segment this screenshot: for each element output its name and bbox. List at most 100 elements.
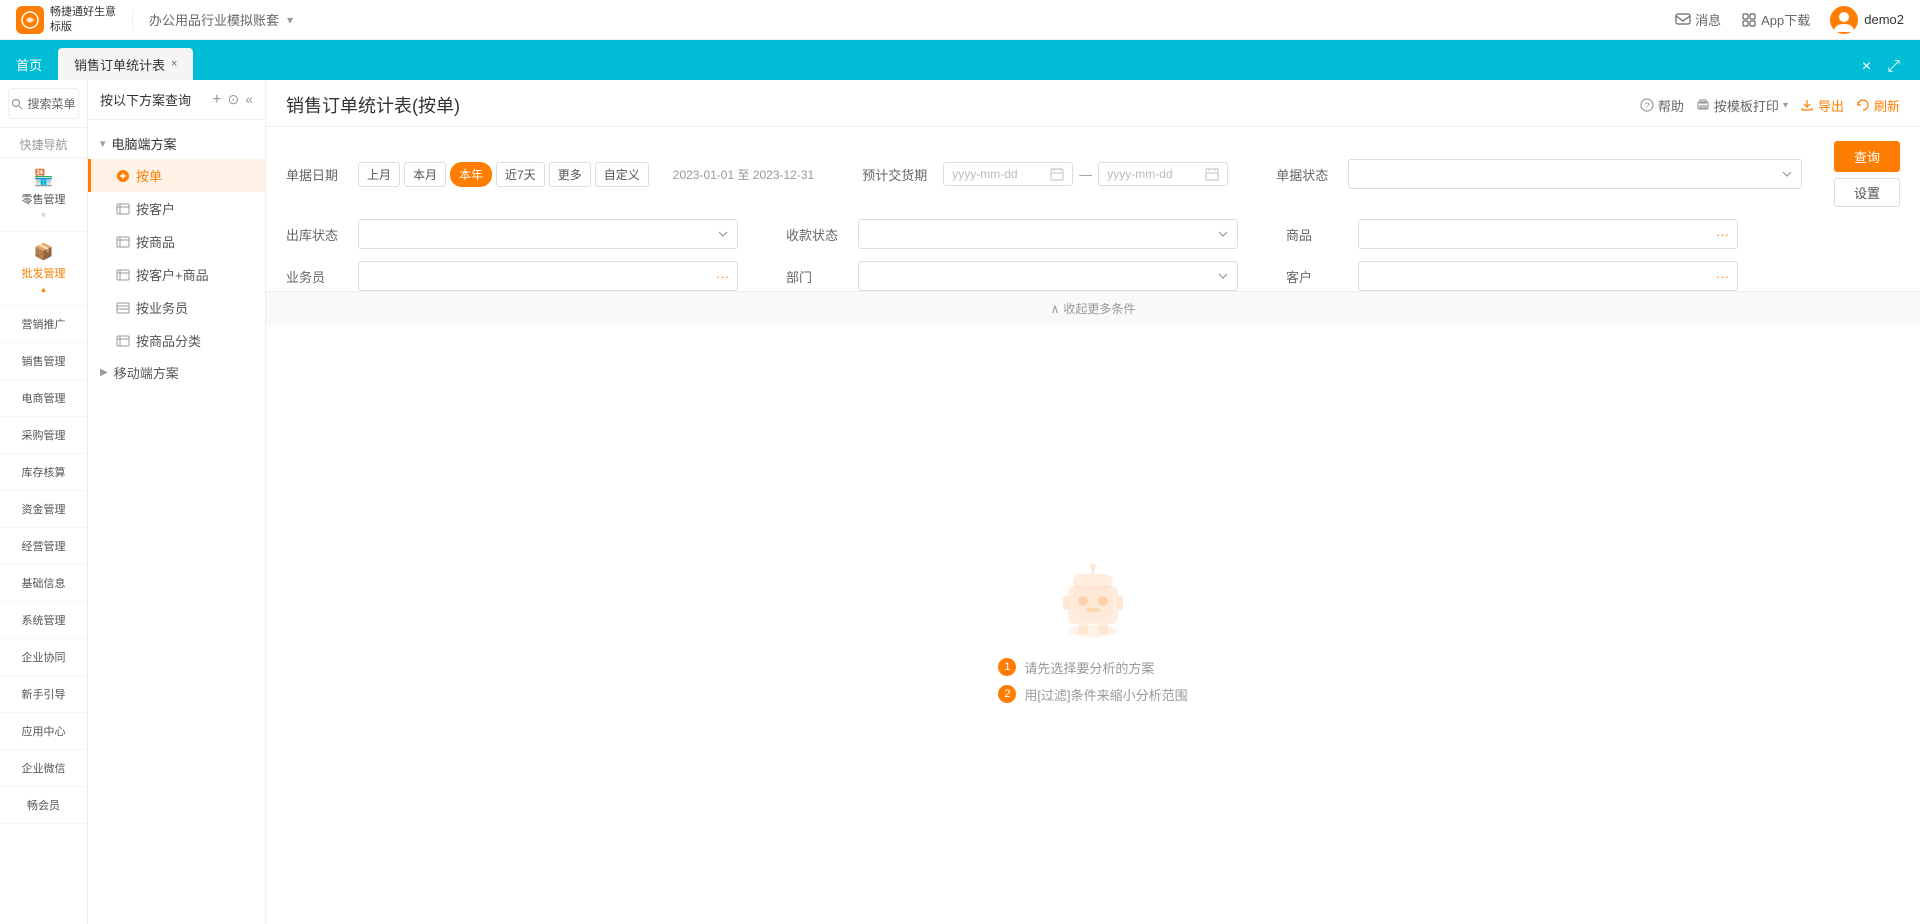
content-area: 1 请先选择要分析的方案 2 用[过滤]条件来缩小分析范围 — [266, 325, 1920, 924]
date-btn-this-year[interactable]: 本年 — [450, 162, 492, 187]
export-action[interactable]: 导出 — [1800, 96, 1844, 115]
payment-status-arrow — [1217, 228, 1229, 240]
department-select[interactable] — [858, 261, 1238, 291]
tab-minimize-btn[interactable]: × — [1858, 54, 1875, 80]
settings-scheme-button[interactable]: ⊙ — [227, 91, 239, 109]
tree-item-by-salesperson[interactable]: 按业务员 — [88, 291, 265, 324]
tree-group-pc-label: 电脑端方案 — [112, 134, 177, 153]
page-title: 销售订单统计表(按单) — [286, 92, 460, 118]
date-btn-last-month[interactable]: 上月 — [358, 162, 400, 187]
search-menu-button[interactable]: 搜索菜单 — [8, 88, 79, 119]
product-input[interactable]: ··· — [1358, 219, 1738, 249]
sidebar-item-system[interactable]: 系统管理 — [0, 602, 87, 639]
customer-label: 客户 — [1286, 267, 1342, 286]
filter-row-1: 单据日期 上月 本月 本年 近7天 更多 自定义 2023-01-01 至 20… — [286, 141, 1900, 207]
date-btn-this-month[interactable]: 本月 — [404, 162, 446, 187]
sidebar-item-inventory[interactable]: 库存核算 — [0, 454, 87, 491]
top-bar-dropdown-arrow[interactable]: ▾ — [287, 13, 293, 27]
sidebar-item-sales[interactable]: 销售管理 — [0, 343, 87, 380]
sidebar-item-basic[interactable]: 基础信息 — [0, 565, 87, 602]
sidebar-item-wechat[interactable]: 企业微信 — [0, 750, 87, 787]
sidebar-item-enterprise[interactable]: 企业协同 — [0, 639, 87, 676]
tree-item-by-salesperson-label: 按业务员 — [136, 298, 188, 317]
app-download-icon — [1741, 12, 1757, 28]
user-profile[interactable]: demo2 — [1830, 6, 1904, 34]
sidebar-item-wholesale[interactable]: 📦 批发管理 ▴ — [0, 232, 87, 306]
tree-item-by-category-icon — [116, 334, 130, 348]
sidebar-item-marketing[interactable]: 营销推广 — [0, 306, 87, 343]
tab-maximize-btn[interactable]: ⤢ — [1883, 54, 1904, 80]
tree-group-pc: ▾ 电脑端方案 按单 按客户 按商品 — [88, 128, 265, 357]
collapse-panel-button[interactable]: « — [245, 91, 253, 109]
left-panel-header: 按以下方案查询 + ⊙ « — [88, 80, 265, 120]
refresh-action[interactable]: 刷新 — [1856, 96, 1900, 115]
sidebar-item-finance[interactable]: 资金管理 — [0, 491, 87, 528]
export-icon — [1800, 98, 1814, 112]
date-btn-more[interactable]: 更多 — [549, 162, 591, 187]
empty-state: 1 请先选择要分析的方案 2 用[过滤]条件来缩小分析范围 — [998, 546, 1187, 704]
date-btn-last-7-days[interactable]: 近7天 — [496, 162, 545, 187]
salesperson-input[interactable]: ··· — [358, 261, 738, 291]
add-scheme-button[interactable]: + — [212, 91, 221, 109]
collapse-bar[interactable]: ∧ 收起更多条件 — [266, 291, 1920, 325]
hint-2-text: 用[过滤]条件来缩小分析范围 — [1024, 685, 1187, 704]
delivery-date-label: 预计交货期 — [862, 165, 927, 184]
sidebar-item-purchase[interactable]: 采购管理 — [0, 417, 87, 454]
department-label: 部门 — [786, 267, 842, 286]
logo-icon — [16, 6, 44, 34]
tree-item-by-order[interactable]: 按单 — [88, 159, 265, 192]
customer-input[interactable]: ··· — [1358, 261, 1738, 291]
tab-bar: 首页 销售订单统计表 × × ⤢ — [0, 40, 1920, 80]
sidebar-item-newbie[interactable]: 新手引导 — [0, 676, 87, 713]
retail-expand-arrow: ▾ — [41, 210, 46, 221]
svg-text:?: ? — [1644, 101, 1649, 111]
empty-hints: 1 请先选择要分析的方案 2 用[过滤]条件来缩小分析范围 — [998, 658, 1187, 704]
tab-bar-right: × ⤢ — [1858, 54, 1920, 80]
tree-item-by-customer-product[interactable]: 按客户+商品 — [88, 258, 265, 291]
query-button[interactable]: 查询 — [1834, 141, 1900, 172]
tree-group-pc-header[interactable]: ▾ 电脑端方案 — [88, 128, 265, 159]
search-icon — [11, 98, 23, 110]
setting-button[interactable]: 设置 — [1834, 178, 1900, 207]
date-separator: — — [1079, 167, 1092, 182]
delivery-date-start-input[interactable]: yyyy-mm-dd — [943, 162, 1073, 186]
status-select[interactable] — [1348, 159, 1802, 189]
filter-inner: 单据日期 上月 本月 本年 近7天 更多 自定义 2023-01-01 至 20… — [266, 127, 1920, 291]
tree-item-by-order-icon — [116, 169, 130, 183]
print-action[interactable]: 按模板打印 ▾ — [1696, 96, 1788, 115]
date-btn-custom[interactable]: 自定义 — [595, 162, 649, 187]
payment-status-select[interactable] — [858, 219, 1238, 249]
tree-item-by-product[interactable]: 按商品 — [88, 225, 265, 258]
help-action[interactable]: ? 帮助 — [1640, 96, 1684, 115]
ship-status-select[interactable] — [358, 219, 738, 249]
sidebar-item-member[interactable]: 畅会员 — [0, 787, 87, 824]
calendar-end-icon — [1205, 167, 1219, 181]
hint-1-num: 1 — [998, 658, 1016, 676]
top-bar-title: 办公用品行业模拟账套 — [149, 10, 279, 29]
quick-nav-label: 快捷导航 — [0, 128, 87, 158]
print-dropdown-arrow[interactable]: ▾ — [1783, 100, 1788, 111]
app-download-action[interactable]: App下载 — [1741, 10, 1810, 29]
tab-close-icon[interactable]: × — [171, 58, 177, 70]
sidebar-item-ecommerce[interactable]: 电商管理 — [0, 380, 87, 417]
empty-state-illustration — [1043, 546, 1143, 646]
tree-section: ▾ 电脑端方案 按单 按客户 按商品 — [88, 120, 265, 396]
left-panel-actions: + ⊙ « — [212, 91, 253, 109]
tab-active[interactable]: 销售订单统计表 × — [58, 48, 193, 80]
tree-item-by-customer-product-icon — [116, 268, 130, 282]
salesperson-label: 业务员 — [286, 267, 342, 286]
sidebar-item-operations[interactable]: 经营管理 — [0, 528, 87, 565]
tree-group-mobile[interactable]: ▶ 移动端方案 — [88, 357, 265, 388]
tree-item-by-customer[interactable]: 按客户 — [88, 192, 265, 225]
sidebar-item-retail[interactable]: 🏪 零售管理 ▾ — [0, 158, 87, 232]
refresh-icon — [1856, 98, 1870, 112]
tree-item-by-category[interactable]: 按商品分类 — [88, 324, 265, 357]
delivery-date-end-input[interactable]: yyyy-mm-dd — [1098, 162, 1228, 186]
tab-home[interactable]: 首页 — [0, 48, 58, 80]
tree-item-by-customer-icon — [116, 202, 130, 216]
product-label: 商品 — [1286, 225, 1342, 244]
calendar-start-icon — [1050, 167, 1064, 181]
message-action[interactable]: 消息 — [1675, 10, 1721, 29]
sidebar-item-appcenter[interactable]: 应用中心 — [0, 713, 87, 750]
hint-1-text: 请先选择要分析的方案 — [1024, 658, 1154, 677]
